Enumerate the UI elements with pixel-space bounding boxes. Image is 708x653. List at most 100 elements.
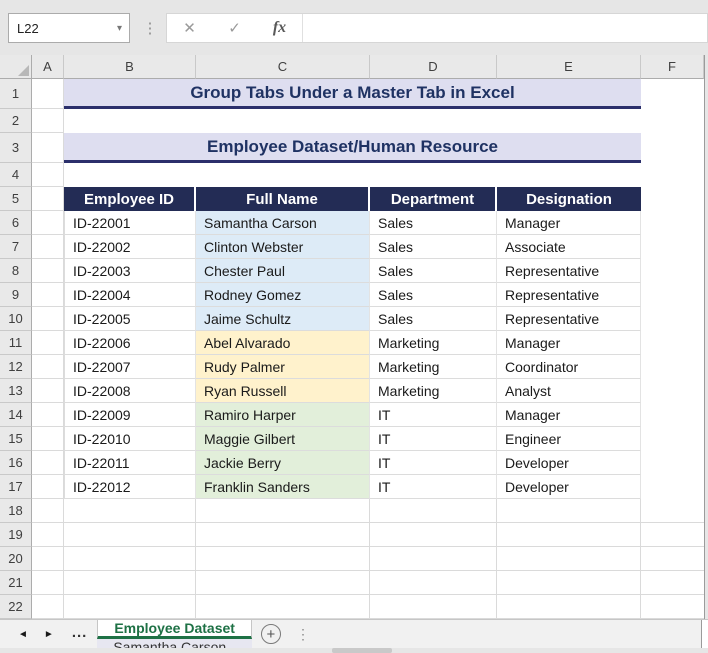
table-header-cell[interactable]: Designation bbox=[497, 187, 641, 211]
cell-F11[interactable] bbox=[641, 331, 704, 355]
full-name-cell[interactable]: Rodney Gomez bbox=[196, 283, 370, 307]
employee-id-cell[interactable]: ID-22003 bbox=[64, 259, 196, 283]
cell-A11[interactable] bbox=[32, 331, 64, 355]
empty-row-cells[interactable] bbox=[64, 163, 704, 187]
designation-cell[interactable]: Manager bbox=[497, 403, 641, 427]
row-header-16[interactable]: 16 bbox=[0, 451, 32, 475]
sheet-nav-right-icon[interactable]: ► bbox=[36, 620, 62, 648]
employee-id-cell[interactable]: ID-22004 bbox=[64, 283, 196, 307]
department-cell[interactable]: Sales bbox=[370, 307, 497, 331]
designation-cell[interactable]: Representative bbox=[497, 307, 641, 331]
row-header-8[interactable]: 8 bbox=[0, 259, 32, 283]
cell-A5[interactable] bbox=[32, 187, 64, 211]
employee-id-cell[interactable]: ID-22011 bbox=[64, 451, 196, 475]
cell-A20[interactable] bbox=[32, 547, 64, 571]
department-cell[interactable]: Marketing bbox=[370, 355, 497, 379]
row-header-6[interactable]: 6 bbox=[0, 211, 32, 235]
empty-cell[interactable] bbox=[196, 571, 370, 595]
employee-id-cell[interactable]: ID-22001 bbox=[64, 211, 196, 235]
department-cell[interactable]: IT bbox=[370, 403, 497, 427]
cell-F10[interactable] bbox=[641, 307, 704, 331]
empty-cell[interactable] bbox=[641, 547, 704, 571]
designation-cell[interactable]: Associate bbox=[497, 235, 641, 259]
hscrollbar-thumb[interactable] bbox=[332, 648, 392, 653]
empty-cell[interactable] bbox=[370, 547, 497, 571]
empty-cell[interactable] bbox=[497, 547, 641, 571]
hscrollbar-edge[interactable] bbox=[701, 620, 708, 648]
cell-A21[interactable] bbox=[32, 571, 64, 595]
row-header-14[interactable]: 14 bbox=[0, 403, 32, 427]
cell-F3[interactable] bbox=[641, 133, 704, 163]
department-cell[interactable]: Marketing bbox=[370, 331, 497, 355]
full-name-cell[interactable]: Abel Alvarado bbox=[196, 331, 370, 355]
empty-cell[interactable] bbox=[497, 499, 641, 523]
employee-id-cell[interactable]: ID-22006 bbox=[64, 331, 196, 355]
column-header-B[interactable]: B bbox=[64, 55, 196, 79]
cell-F15[interactable] bbox=[641, 427, 704, 451]
sheet-nav-left-icon[interactable]: ◄ bbox=[0, 620, 36, 648]
empty-cell[interactable] bbox=[196, 499, 370, 523]
empty-cell[interactable] bbox=[641, 523, 704, 547]
column-header-F[interactable]: F bbox=[641, 55, 704, 79]
empty-cell[interactable] bbox=[497, 595, 641, 619]
empty-row-cells[interactable] bbox=[64, 109, 704, 133]
row-header-17[interactable]: 17 bbox=[0, 475, 32, 499]
empty-cell[interactable] bbox=[641, 499, 704, 523]
designation-cell[interactable]: Developer bbox=[497, 451, 641, 475]
name-box-dropdown-icon[interactable]: ▾ bbox=[117, 23, 129, 34]
department-cell[interactable]: Sales bbox=[370, 235, 497, 259]
row-header-4[interactable]: 4 bbox=[0, 163, 32, 187]
employee-id-cell[interactable]: ID-22012 bbox=[64, 475, 196, 499]
row-header-3[interactable]: 3 bbox=[0, 133, 32, 163]
department-cell[interactable]: Sales bbox=[370, 211, 497, 235]
cancel-icon[interactable]: ✕ bbox=[167, 19, 212, 37]
employee-id-cell[interactable]: ID-22002 bbox=[64, 235, 196, 259]
cell-A10[interactable] bbox=[32, 307, 64, 331]
name-box[interactable]: L22 ▾ bbox=[8, 13, 130, 43]
department-cell[interactable]: IT bbox=[370, 451, 497, 475]
cell-A22[interactable] bbox=[32, 595, 64, 619]
designation-cell[interactable]: Manager bbox=[497, 331, 641, 355]
cell-F5[interactable] bbox=[641, 187, 704, 211]
designation-cell[interactable]: Coordinator bbox=[497, 355, 641, 379]
row-header-15[interactable]: 15 bbox=[0, 427, 32, 451]
designation-cell[interactable]: Analyst bbox=[497, 379, 641, 403]
row-header-1[interactable]: 1 bbox=[0, 79, 32, 109]
title-cell[interactable]: Group Tabs Under a Master Tab in Excel bbox=[64, 79, 641, 109]
empty-cell[interactable] bbox=[64, 547, 196, 571]
department-cell[interactable]: IT bbox=[370, 427, 497, 451]
column-header-E[interactable]: E bbox=[497, 55, 641, 79]
cell-A8[interactable] bbox=[32, 259, 64, 283]
designation-cell[interactable]: Manager bbox=[497, 211, 641, 235]
department-cell[interactable]: Marketing bbox=[370, 379, 497, 403]
insert-function-icon[interactable]: fx bbox=[257, 19, 302, 37]
cell-A2[interactable] bbox=[32, 109, 64, 133]
table-header-cell[interactable]: Department bbox=[370, 187, 497, 211]
full-name-cell[interactable]: Jackie Berry bbox=[196, 451, 370, 475]
formula-bar-kebab-icon[interactable]: ⋮ bbox=[142, 13, 158, 43]
full-name-cell[interactable]: Clinton Webster bbox=[196, 235, 370, 259]
cell-A12[interactable] bbox=[32, 355, 64, 379]
cell-A9[interactable] bbox=[32, 283, 64, 307]
full-name-cell[interactable]: Chester Paul bbox=[196, 259, 370, 283]
new-sheet-button[interactable]: + bbox=[260, 624, 281, 644]
row-header-20[interactable]: 20 bbox=[0, 547, 32, 571]
table-header-cell[interactable]: Full Name bbox=[196, 187, 370, 211]
column-header-C[interactable]: C bbox=[196, 55, 370, 79]
row-header-13[interactable]: 13 bbox=[0, 379, 32, 403]
sheet-bar-kebab-icon[interactable]: ⋮ bbox=[290, 620, 316, 648]
cell-F8[interactable] bbox=[641, 259, 704, 283]
cell-A18[interactable] bbox=[32, 499, 64, 523]
empty-cell[interactable] bbox=[370, 499, 497, 523]
cell-F12[interactable] bbox=[641, 355, 704, 379]
full-name-cell[interactable]: Ryan Russell bbox=[196, 379, 370, 403]
empty-cell[interactable] bbox=[370, 595, 497, 619]
full-name-cell[interactable]: Maggie Gilbert bbox=[196, 427, 370, 451]
row-header-19[interactable]: 19 bbox=[0, 523, 32, 547]
empty-cell[interactable] bbox=[497, 571, 641, 595]
row-header-11[interactable]: 11 bbox=[0, 331, 32, 355]
row-header-7[interactable]: 7 bbox=[0, 235, 32, 259]
row-header-2[interactable]: 2 bbox=[0, 109, 32, 133]
row-header-22[interactable]: 22 bbox=[0, 595, 32, 619]
cell-A13[interactable] bbox=[32, 379, 64, 403]
